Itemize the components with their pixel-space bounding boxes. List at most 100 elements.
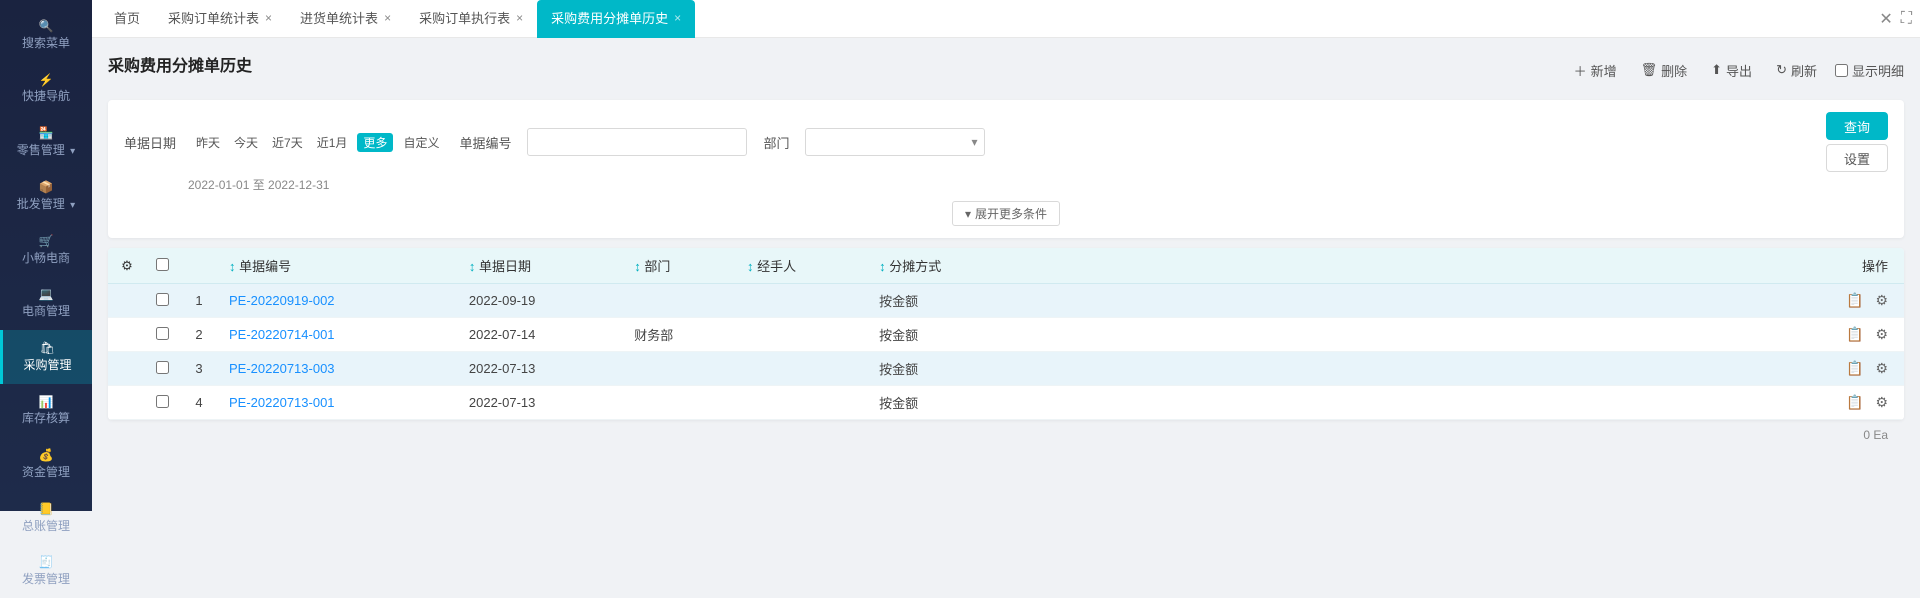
td-num: 2 <box>179 318 219 352</box>
sidebar-item-wholesale[interactable]: 📦 批发管理 ▾ <box>0 169 92 223</box>
row-checkbox[interactable] <box>156 361 169 374</box>
tab-purchase-cost-history[interactable]: 采购费用分摊单历史 × <box>537 0 695 38</box>
preview-icon[interactable]: 📋 <box>1842 358 1867 378</box>
td-checkbox[interactable] <box>146 386 179 420</box>
table-header-row: ⚙ ↕ 单据编号 ↕ 单据日期 <box>108 248 1904 284</box>
more-action-icon[interactable]: ⚙ <box>1871 392 1892 412</box>
close-window-icon[interactable]: ✕ <box>1879 9 1892 29</box>
td-split-method: 按金额 <box>869 352 1767 386</box>
expand-more: ▾ 展开更多条件 <box>124 201 1888 226</box>
sidebar: 🔍 搜索菜单 ⚡ 快捷导航 🏪 零售管理 ▾ 📦 批发管理 ▾ 🛒 小畅电商 💻… <box>0 0 92 511</box>
wholesale-icon: 📦 <box>4 179 88 196</box>
th-bill-date-label: 单据日期 <box>479 259 531 274</box>
tab-home[interactable]: 首页 <box>100 0 154 38</box>
preview-icon[interactable]: 📋 <box>1842 392 1867 412</box>
bill-no-link[interactable]: PE-20220713-001 <box>229 395 335 410</box>
sort-icon: ↕ <box>747 259 754 274</box>
sidebar-item-inventory[interactable]: 📊 库存核算 <box>0 384 92 438</box>
main-area: 首页 采购订单统计表 × 进货单统计表 × 采购订单执行表 × 采购费用分摊单历… <box>92 0 1920 511</box>
expand-more-label: 展开更多条件 <box>975 205 1047 222</box>
more-action-icon[interactable]: ⚙ <box>1871 358 1892 378</box>
expand-more-button[interactable]: ▾ 展开更多条件 <box>952 201 1060 226</box>
more-action-icon[interactable]: ⚙ <box>1871 290 1892 310</box>
tab-purchase-order-stat[interactable]: 采购订单统计表 × <box>154 0 286 38</box>
sidebar-item-quicknav[interactable]: ⚡ 快捷导航 <box>0 62 92 116</box>
filter-area: 单据日期 昨天 今天 近7天 近1月 更多 自定义 单据编号 部门 <box>108 100 1904 238</box>
date-btn-today[interactable]: 今天 <box>230 133 262 152</box>
tab-bar: 首页 采购订单统计表 × 进货单统计表 × 采购订单执行表 × 采购费用分摊单历… <box>92 0 1920 38</box>
sidebar-item-ecom-manage[interactable]: 💻 电商管理 <box>0 276 92 330</box>
refresh-button[interactable]: ↻ 刷新 <box>1770 57 1823 84</box>
tab-inbound-stat-close[interactable]: × <box>384 11 391 25</box>
sidebar-item-ecom[interactable]: 🛒 小畅电商 <box>0 223 92 277</box>
tab-inbound-stat[interactable]: 进货单统计表 × <box>286 0 405 38</box>
th-bill-no[interactable]: ↕ 单据编号 <box>219 248 459 284</box>
show-detail-checkbox[interactable]: 显示明细 <box>1835 61 1904 80</box>
more-action-icon[interactable]: ⚙ <box>1871 324 1892 344</box>
date-btn-1month[interactable]: 近1月 <box>313 133 352 152</box>
th-split-method-label: 分摊方式 <box>889 259 941 274</box>
td-dept: 财务部 <box>624 318 737 352</box>
th-split-method[interactable]: ↕ 分摊方式 <box>869 248 1767 284</box>
row-checkbox[interactable] <box>156 293 169 306</box>
query-button[interactable]: 查询 <box>1826 112 1888 140</box>
th-action: 操作 <box>1767 248 1904 284</box>
bill-no-link[interactable]: PE-20220714-001 <box>229 327 335 342</box>
show-detail-label: 显示明细 <box>1852 61 1904 80</box>
row-checkbox[interactable] <box>156 327 169 340</box>
dept-select-wrap: 财务部 ▾ <box>805 128 985 156</box>
sidebar-item-finance[interactable]: 💰 资金管理 <box>0 437 92 491</box>
preview-icon[interactable]: 📋 <box>1842 290 1867 310</box>
td-action: 📋 ⚙ <box>1767 352 1904 386</box>
export-button[interactable]: ⬆ 导出 <box>1705 57 1758 84</box>
tab-purchase-order-stat-close[interactable]: × <box>265 11 272 25</box>
sidebar-item-ledger[interactable]: 📒 总账管理 <box>0 491 92 545</box>
search-icon: 🔍 <box>4 18 88 35</box>
tab-purchase-exec-close[interactable]: × <box>516 11 523 25</box>
td-settings <box>108 386 146 420</box>
expand-window-icon[interactable]: ⛶ <box>1901 10 1912 28</box>
th-settings[interactable]: ⚙ <box>108 248 146 284</box>
sort-icon: ↕ <box>229 259 236 274</box>
td-handler <box>737 386 869 420</box>
tab-purchase-exec[interactable]: 采购订单执行表 × <box>405 0 537 38</box>
sidebar-item-retail[interactable]: 🏪 零售管理 ▾ <box>0 115 92 169</box>
dept-select[interactable]: 财务部 <box>805 128 985 156</box>
td-num: 4 <box>179 386 219 420</box>
td-split-method: 按金额 <box>869 318 1767 352</box>
setting-button[interactable]: 设置 <box>1826 144 1888 172</box>
th-dept-label: 部门 <box>644 259 670 274</box>
td-checkbox[interactable] <box>146 352 179 386</box>
sidebar-item-invoice[interactable]: 🧾 发票管理 <box>0 544 92 598</box>
date-btn-yesterday[interactable]: 昨天 <box>192 133 224 152</box>
td-dept <box>624 386 737 420</box>
add-button[interactable]: ＋ 新增 <box>1568 57 1623 84</box>
th-handler[interactable]: ↕ 经手人 <box>737 248 869 284</box>
sidebar-item-purchase[interactable]: 🛍 采购管理 <box>0 330 92 384</box>
th-num <box>179 248 219 284</box>
td-settings <box>108 318 146 352</box>
td-split-method: 按金额 <box>869 386 1767 420</box>
td-checkbox[interactable] <box>146 284 179 318</box>
show-detail-input[interactable] <box>1835 64 1848 77</box>
select-all-checkbox[interactable] <box>156 258 169 271</box>
bill-no-input[interactable] <box>527 128 747 156</box>
sort-icon: ↕ <box>634 259 641 274</box>
th-dept[interactable]: ↕ 部门 <box>624 248 737 284</box>
td-checkbox[interactable] <box>146 318 179 352</box>
date-btn-custom[interactable]: 自定义 <box>399 133 443 152</box>
row-checkbox[interactable] <box>156 395 169 408</box>
td-bill-no: PE-20220714-001 <box>219 318 459 352</box>
ledger-icon: 📒 <box>4 501 88 518</box>
add-label: 新增 <box>1591 61 1617 80</box>
th-checkbox[interactable] <box>146 248 179 284</box>
preview-icon[interactable]: 📋 <box>1842 324 1867 344</box>
delete-button[interactable]: 🗑 删除 <box>1635 57 1694 84</box>
date-btn-7days[interactable]: 近7天 <box>268 133 307 152</box>
tab-purchase-cost-history-close[interactable]: × <box>674 11 681 25</box>
bill-no-link[interactable]: PE-20220919-002 <box>229 293 335 308</box>
date-btn-more[interactable]: 更多 <box>357 133 393 152</box>
sidebar-item-search[interactable]: 🔍 搜索菜单 <box>0 8 92 62</box>
th-bill-date[interactable]: ↕ 单据日期 <box>459 248 624 284</box>
bill-no-link[interactable]: PE-20220713-003 <box>229 361 335 376</box>
